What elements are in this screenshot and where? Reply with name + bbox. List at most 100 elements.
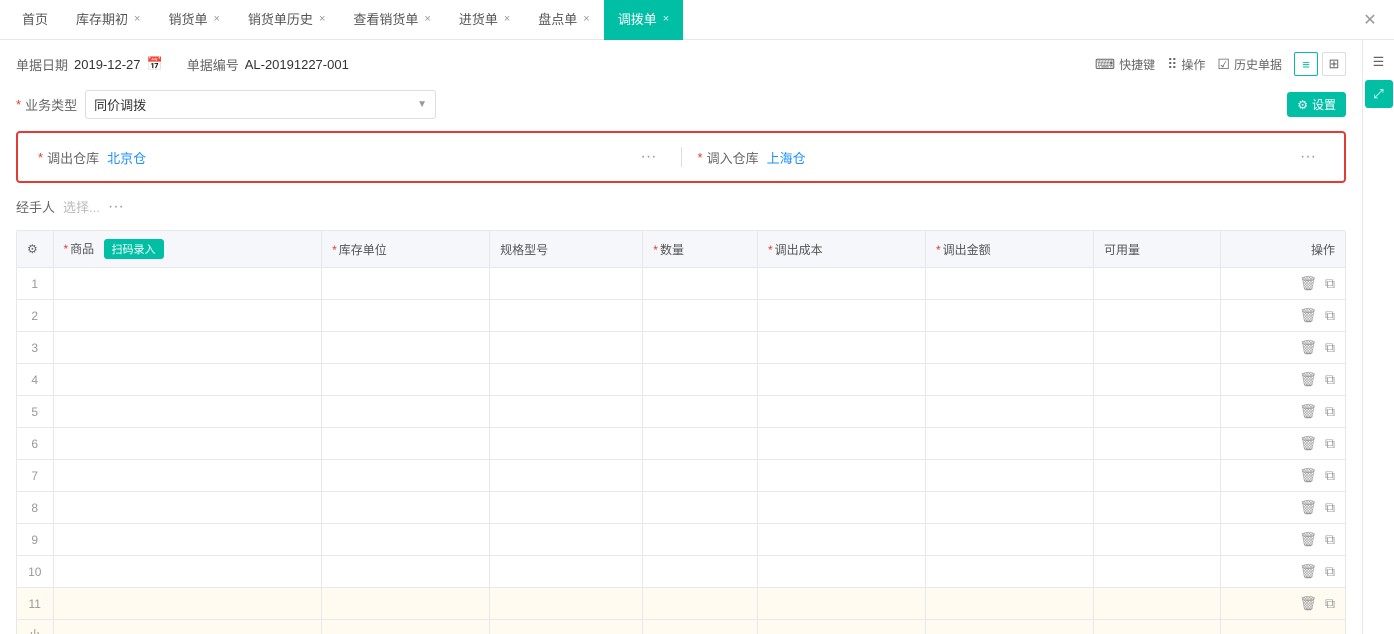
th-settings[interactable]: ⚙ [17, 231, 53, 268]
delete-icon-11[interactable]: 🗑 [1299, 595, 1317, 612]
tab-inventory-init[interactable]: 库存期初 × [62, 0, 154, 40]
row-amount-7[interactable] [925, 460, 1093, 492]
row-quantity-3[interactable] [643, 332, 758, 364]
row-product-2[interactable] [53, 300, 322, 332]
row-spec-8[interactable] [490, 492, 643, 524]
row-spec-5[interactable] [490, 396, 643, 428]
row-amount-3[interactable] [925, 332, 1093, 364]
row-amount-1[interactable] [925, 268, 1093, 300]
tab-purchase[interactable]: 进货单 × [445, 0, 524, 40]
row-cost-10[interactable] [758, 556, 926, 588]
row-product-10[interactable] [53, 556, 322, 588]
row-unit-3[interactable] [322, 332, 490, 364]
row-quantity-10[interactable] [643, 556, 758, 588]
sidebar-expand-button[interactable]: ⤢ [1365, 80, 1393, 108]
delete-icon-7[interactable]: 🗑 [1299, 467, 1317, 484]
row-product-11[interactable] [53, 588, 322, 620]
row-quantity-8[interactable] [643, 492, 758, 524]
tab-view-sales[interactable]: 查看销货单 × [339, 0, 444, 40]
row-quantity-7[interactable] [643, 460, 758, 492]
row-quantity-9[interactable] [643, 524, 758, 556]
business-type-select[interactable]: 同价调拨 ▼ [85, 90, 436, 119]
row-amount-9[interactable] [925, 524, 1093, 556]
row-amount-4[interactable] [925, 364, 1093, 396]
row-quantity-2[interactable] [643, 300, 758, 332]
row-cost-1[interactable] [758, 268, 926, 300]
window-close-button[interactable]: ✕ [1354, 4, 1386, 36]
copy-icon-7[interactable]: ⧉ [1325, 467, 1335, 484]
copy-icon-2[interactable]: ⧉ [1325, 307, 1335, 324]
row-unit-6[interactable] [322, 428, 490, 460]
tab-sales-history-close[interactable]: × [319, 13, 325, 25]
delete-icon-5[interactable]: 🗑 [1299, 403, 1317, 420]
row-product-4[interactable] [53, 364, 322, 396]
delete-icon-8[interactable]: 🗑 [1299, 499, 1317, 516]
copy-icon-1[interactable]: ⧉ [1325, 275, 1335, 292]
row-unit-11[interactable] [322, 588, 490, 620]
row-cost-2[interactable] [758, 300, 926, 332]
row-unit-5[interactable] [322, 396, 490, 428]
row-unit-4[interactable] [322, 364, 490, 396]
out-warehouse-more-button[interactable]: ··· [633, 148, 665, 166]
row-cost-3[interactable] [758, 332, 926, 364]
row-product-7[interactable] [53, 460, 322, 492]
row-spec-2[interactable] [490, 300, 643, 332]
list-view-icon[interactable]: ≡ [1294, 52, 1318, 76]
row-quantity-5[interactable] [643, 396, 758, 428]
row-quantity-1[interactable] [643, 268, 758, 300]
tab-transfer[interactable]: 调拨单 × [604, 0, 683, 40]
row-amount-10[interactable] [925, 556, 1093, 588]
tab-stocktake[interactable]: 盘点单 × [524, 0, 603, 40]
delete-icon-9[interactable]: 🗑 [1299, 531, 1317, 548]
row-quantity-6[interactable] [643, 428, 758, 460]
tab-sales-order-close[interactable]: × [213, 13, 219, 25]
row-spec-9[interactable] [490, 524, 643, 556]
scan-button[interactable]: 扫码录入 [104, 239, 164, 259]
row-unit-10[interactable] [322, 556, 490, 588]
sidebar-doc-button[interactable]: ☰ [1365, 48, 1393, 76]
copy-icon-11[interactable]: ⧉ [1325, 595, 1335, 612]
delete-icon-1[interactable]: 🗑 [1299, 275, 1317, 292]
row-unit-9[interactable] [322, 524, 490, 556]
row-cost-6[interactable] [758, 428, 926, 460]
row-cost-8[interactable] [758, 492, 926, 524]
copy-icon-4[interactable]: ⧉ [1325, 371, 1335, 388]
row-quantity-4[interactable] [643, 364, 758, 396]
copy-icon-8[interactable]: ⧉ [1325, 499, 1335, 516]
row-spec-1[interactable] [490, 268, 643, 300]
copy-icon-3[interactable]: ⧉ [1325, 339, 1335, 356]
person-more-button[interactable]: ··· [100, 198, 132, 216]
row-cost-7[interactable] [758, 460, 926, 492]
delete-icon-3[interactable]: 🗑 [1299, 339, 1317, 356]
copy-icon-6[interactable]: ⧉ [1325, 435, 1335, 452]
settings-button[interactable]: ⚙ 设置 [1287, 92, 1346, 117]
delete-icon-6[interactable]: 🗑 [1299, 435, 1317, 452]
tab-transfer-close[interactable]: × [663, 13, 669, 25]
copy-icon-10[interactable]: ⧉ [1325, 563, 1335, 580]
row-amount-6[interactable] [925, 428, 1093, 460]
delete-icon-10[interactable]: 🗑 [1299, 563, 1317, 580]
grid-view-icon[interactable]: ⊞ [1322, 52, 1346, 76]
row-amount-5[interactable] [925, 396, 1093, 428]
tab-sales-order[interactable]: 销货单 × [154, 0, 233, 40]
settings-icon[interactable]: ⚙ [27, 242, 38, 256]
history-button[interactable]: ☑ 历史单据 [1217, 56, 1282, 73]
row-cost-9[interactable] [758, 524, 926, 556]
tab-view-sales-close[interactable]: × [424, 13, 430, 25]
row-spec-3[interactable] [490, 332, 643, 364]
row-amount-2[interactable] [925, 300, 1093, 332]
row-product-5[interactable] [53, 396, 322, 428]
row-product-3[interactable] [53, 332, 322, 364]
row-amount-8[interactable] [925, 492, 1093, 524]
row-unit-7[interactable] [322, 460, 490, 492]
row-spec-11[interactable] [490, 588, 643, 620]
row-cost-5[interactable] [758, 396, 926, 428]
row-product-1[interactable] [53, 268, 322, 300]
tab-purchase-close[interactable]: × [504, 13, 510, 25]
tab-sales-history[interactable]: 销货单历史 × [234, 0, 339, 40]
calendar-icon[interactable]: 📅 [147, 56, 163, 72]
row-unit-8[interactable] [322, 492, 490, 524]
row-unit-1[interactable] [322, 268, 490, 300]
tab-inventory-init-close[interactable]: × [134, 13, 140, 25]
person-value[interactable]: 选择... [63, 197, 100, 216]
